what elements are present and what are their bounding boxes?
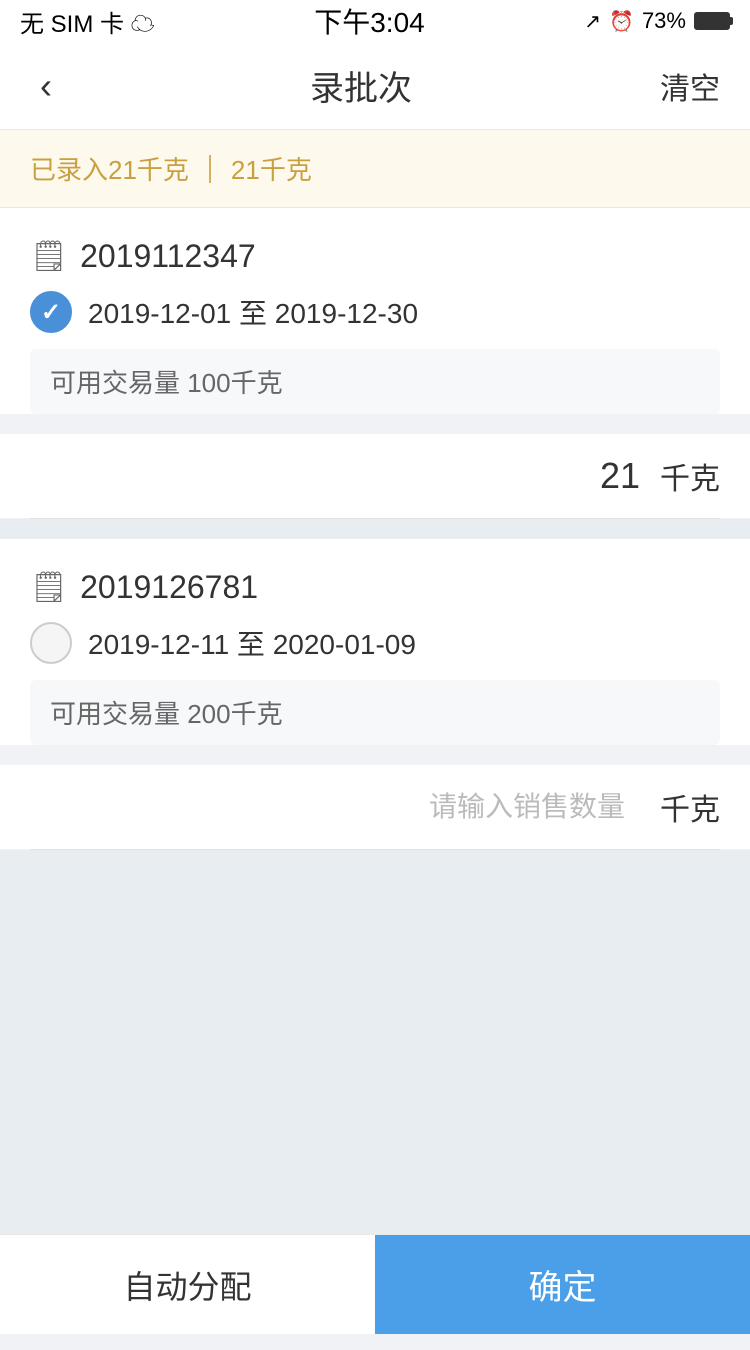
recorded-value: 21千克 <box>231 150 312 187</box>
status-bar: 无 SIM 卡 ☁ 下午3:04 ↗ ⏰ 73% <box>0 0 750 42</box>
batch-2-qty-input[interactable] <box>279 791 640 823</box>
batch-1-qty-value: 21 <box>600 455 640 497</box>
batch-2-available-qty: 可用交易量 200千克 <box>30 680 720 745</box>
status-time: 下午3:04 <box>314 1 425 41</box>
auto-distribute-label: 自动分配 <box>123 1262 251 1308</box>
confirm-label: 确定 <box>529 1260 597 1309</box>
batch-card-2: 🗒 2019126781 2019-12-11 至 2020-01-09 可用交… <box>0 539 750 745</box>
recorded-label: 已录入21千克 <box>30 150 189 187</box>
confirm-button[interactable]: 确定 <box>375 1235 750 1334</box>
batch-2-header: 🗒 2019126781 <box>30 569 720 606</box>
info-banner: 已录入21千克 21千克 <box>0 130 750 208</box>
battery-percent: 73% <box>642 8 686 34</box>
batch-2-qty-row: 千克 <box>0 765 750 849</box>
batch-2-radio[interactable] <box>30 622 72 664</box>
batch-1-id: 2019112347 <box>80 238 256 275</box>
clear-button[interactable]: 清空 <box>660 64 720 108</box>
location-icon: ↗ <box>584 9 601 34</box>
batch-1-header: 🗒 2019112347 <box>30 238 720 275</box>
batch-1-qty-unit: 千克 <box>660 454 720 498</box>
back-button[interactable]: ‹ <box>30 55 62 117</box>
battery-icon <box>694 12 730 30</box>
batch-1-qty-row: 21 千克 <box>0 434 750 518</box>
sim-text: 无 SIM 卡 ☁ <box>20 4 155 39</box>
nav-bar: ‹ 录批次 清空 <box>0 42 750 130</box>
batch-1-radio[interactable] <box>30 291 72 333</box>
batch-2-icon: 🗒 <box>30 570 68 605</box>
auto-distribute-button[interactable]: 自动分配 <box>0 1235 375 1334</box>
status-right: ↗ ⏰ 73% <box>584 8 730 34</box>
batch-2-qty-unit: 千克 <box>660 785 720 829</box>
info-divider <box>209 155 211 183</box>
action-bar: 自动分配 确定 <box>0 1234 750 1334</box>
batch-1-available-qty: 可用交易量 100千克 <box>30 349 720 414</box>
batch-1-icon: 🗒 <box>30 239 68 274</box>
empty-space <box>0 850 750 1250</box>
main-content: 🗒 2019112347 2019-12-01 至 2019-12-30 可用交… <box>0 208 750 1350</box>
batch-card-1: 🗒 2019112347 2019-12-01 至 2019-12-30 可用交… <box>0 208 750 414</box>
batch-2-id: 2019126781 <box>80 569 258 606</box>
alarm-icon: ⏰ <box>609 9 634 34</box>
status-left: 无 SIM 卡 ☁ <box>20 4 155 39</box>
batch-1-date: 2019-12-01 至 2019-12-30 <box>88 292 418 332</box>
section-separator <box>0 519 750 539</box>
page-title: 录批次 <box>310 61 412 110</box>
batch-1-date-row: 2019-12-01 至 2019-12-30 <box>30 291 720 333</box>
batch-2-date: 2019-12-11 至 2020-01-09 <box>88 623 416 663</box>
batch-2-date-row: 2019-12-11 至 2020-01-09 <box>30 622 720 664</box>
